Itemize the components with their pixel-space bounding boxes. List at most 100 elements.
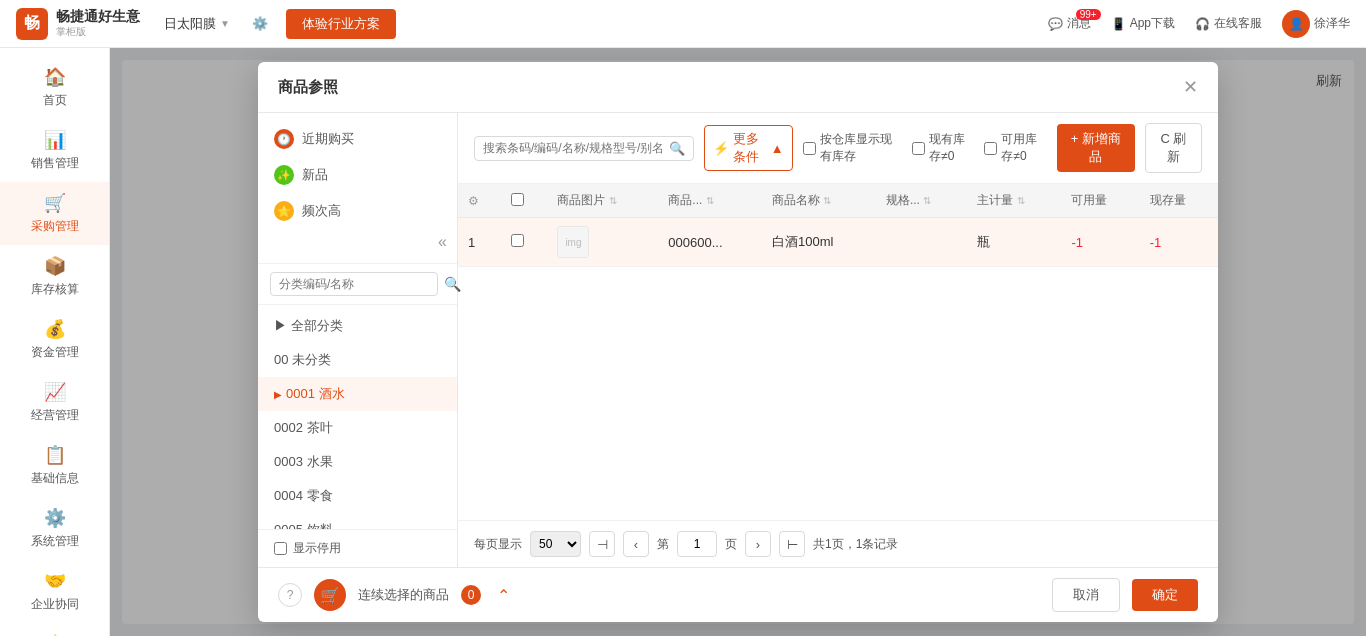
unit-sort-icon[interactable]: ⇅ <box>1017 195 1025 206</box>
select-all-checkbox[interactable] <box>511 193 524 206</box>
dialog-title: 商品参照 <box>278 78 338 97</box>
messages-badge: 99+ <box>1076 9 1101 20</box>
first-page-button[interactable]: ⊣ <box>589 531 615 557</box>
prev-page-button[interactable]: ‹ <box>623 531 649 557</box>
username: 徐泽华 <box>1314 15 1350 32</box>
name-sort-icon[interactable]: ⇅ <box>823 195 831 206</box>
col-unit: 主计量 ⇅ <box>967 184 1061 218</box>
col-image: 商品图片 ⇅ <box>547 184 658 218</box>
help-button[interactable]: ? <box>278 583 302 607</box>
quick-tab-frequent[interactable]: ⭐ 频次高 <box>258 193 457 229</box>
sidebar-item-operations[interactable]: 📈 经营管理 <box>0 371 109 434</box>
more-filter-button[interactable]: ⚡ 更多条件 ▲ <box>704 125 793 171</box>
product-reference-dialog: 商品参照 ✕ 🕐 近期购买 ✨ <box>258 62 1218 622</box>
new-product-icon: ✨ <box>274 165 294 185</box>
quick-tab-new[interactable]: ✨ 新品 <box>258 157 457 193</box>
sidebar-item-finance[interactable]: 💰 资金管理 <box>0 308 109 371</box>
sidebar-item-basic-info[interactable]: 📋 基础信息 <box>0 434 109 497</box>
collapse-left-icon[interactable]: « <box>438 233 447 250</box>
category-item-0002[interactable]: 0002 茶叶 <box>258 411 457 445</box>
online-service-button[interactable]: 🎧 在线客服 <box>1195 15 1262 32</box>
sidebar-item-guide[interactable]: 🌟 新手引导 <box>0 623 109 636</box>
dialog-header: 商品参照 ✕ <box>258 62 1218 113</box>
available-nonzero-checkbox-wrap[interactable]: 可用库存≠0 <box>984 131 1046 165</box>
product-unit: 瓶 <box>977 234 990 249</box>
filter-arrow-icon: ▲ <box>771 141 784 156</box>
frequent-icon: ⭐ <box>274 201 294 221</box>
logo-icon: 畅 <box>16 8 48 40</box>
per-page-label: 每页显示 <box>474 536 522 553</box>
cell-stock: -1 <box>1140 218 1218 267</box>
row-checkbox[interactable] <box>511 234 524 247</box>
category-item-0003[interactable]: 0003 水果 <box>258 445 457 479</box>
confirm-button[interactable]: 确定 <box>1132 579 1198 611</box>
column-settings-icon[interactable]: ⚙ <box>468 194 479 208</box>
app-download-label: App下载 <box>1130 15 1175 32</box>
available-nonzero-label: 可用库存≠0 <box>1001 131 1046 165</box>
sidebar-item-sales[interactable]: 📊 销售管理 <box>0 119 109 182</box>
user-profile[interactable]: 👤 徐泽华 <box>1282 10 1350 38</box>
category-search-input[interactable] <box>270 272 438 296</box>
show-disabled-area: 显示停用 <box>258 529 457 567</box>
collab-icon: 🤝 <box>44 570 66 592</box>
quick-tab-recent[interactable]: 🕐 近期购买 <box>258 121 457 157</box>
refresh-button[interactable]: C 刷新 <box>1145 123 1202 173</box>
finance-icon: 💰 <box>44 318 66 340</box>
category-0005-label: 0005 饮料 <box>274 521 333 529</box>
category-item-00[interactable]: 00 未分类 <box>258 343 457 377</box>
warehouse-display-checkbox[interactable] <box>803 142 816 155</box>
trial-button[interactable]: 体验行业方案 <box>286 9 396 39</box>
warehouse-display-checkbox-wrap[interactable]: 按仓库显示现有库存 <box>803 131 902 165</box>
logo-area: 畅 畅捷通好生意 掌柜版 <box>16 8 140 40</box>
cart-button[interactable]: 🛒 <box>314 579 346 611</box>
image-sort-icon[interactable]: ⇅ <box>609 195 617 206</box>
page-label-2: 页 <box>725 536 737 553</box>
available-nonzero-checkbox[interactable] <box>984 142 997 155</box>
home-icon: 🏠 <box>44 66 66 88</box>
category-item-0001[interactable]: ▶ 0001 酒水 <box>258 377 457 411</box>
sidebar-item-collab[interactable]: 🤝 企业协同 <box>0 560 109 623</box>
dialog-footer: ? 🛒 连续选择的商品 0 ⌃ 取消 确定 <box>258 567 1218 622</box>
last-page-button[interactable]: ⊢ <box>779 531 805 557</box>
stock-nonzero-checkbox-wrap[interactable]: 现有库存≠0 <box>912 131 974 165</box>
stock-nonzero-checkbox[interactable] <box>912 142 925 155</box>
sidebar-label-system: 系统管理 <box>31 533 79 550</box>
category-item-all[interactable]: ▶ 全部分类 <box>258 309 457 343</box>
product-search-icon[interactable]: 🔍 <box>669 141 685 156</box>
store-selector[interactable]: 日太阳膜 ▼ <box>156 11 238 37</box>
next-page-button[interactable]: › <box>745 531 771 557</box>
pagination: 每页显示 50 10 20 100 ⊣ ‹ 第 页 <box>458 520 1218 567</box>
show-disabled-checkbox[interactable] <box>274 542 287 555</box>
sidebar-item-home[interactable]: 🏠 首页 <box>0 56 109 119</box>
add-product-button[interactable]: + 新增商品 <box>1057 124 1135 172</box>
app-download-button[interactable]: 📱 App下载 <box>1111 15 1175 32</box>
logo-sub: 掌柜版 <box>56 25 140 39</box>
per-page-select[interactable]: 50 10 20 100 <box>530 531 581 557</box>
product-search-input[interactable] <box>483 141 663 155</box>
settings-icon[interactable]: ⚙️ <box>246 10 274 38</box>
stock-nonzero-label: 现有库存≠0 <box>929 131 974 165</box>
cell-name: 白酒100ml <box>762 218 876 267</box>
cancel-button[interactable]: 取消 <box>1052 578 1120 612</box>
category-item-0004[interactable]: 0004 零食 <box>258 479 457 513</box>
dialog-close-button[interactable]: ✕ <box>1183 76 1198 98</box>
messages-button[interactable]: 💬 消息 99+ <box>1048 15 1091 32</box>
sidebar: 🏠 首页 📊 销售管理 🛒 采购管理 📦 库存核算 💰 资金管理 📈 经营管理 … <box>0 48 110 636</box>
store-name: 日太阳膜 <box>164 15 216 33</box>
table-header: ⚙ 商品图片 ⇅ 商品... ⇅ <box>458 184 1218 218</box>
collapse-up-icon[interactable]: ⌃ <box>497 586 510 605</box>
recent-purchase-icon: 🕐 <box>274 129 294 149</box>
product-search-wrap: 🔍 <box>474 136 694 161</box>
sidebar-item-inventory[interactable]: 📦 库存核算 <box>0 245 109 308</box>
category-0002-label: 0002 茶叶 <box>274 419 333 437</box>
sidebar-item-purchase[interactable]: 🛒 采购管理 <box>0 182 109 245</box>
spec-sort-icon[interactable]: ⇅ <box>923 195 931 206</box>
page-number-input[interactable] <box>677 531 717 557</box>
category-item-0005[interactable]: 0005 饮料 <box>258 513 457 529</box>
cell-code: 000600... <box>658 218 762 267</box>
code-sort-icon[interactable]: ⇅ <box>706 195 714 206</box>
product-name: 白酒100ml <box>772 234 833 249</box>
table-row[interactable]: 1 img 000600... <box>458 218 1218 267</box>
col-name-label: 商品名称 <box>772 193 820 207</box>
sidebar-item-system[interactable]: ⚙️ 系统管理 <box>0 497 109 560</box>
